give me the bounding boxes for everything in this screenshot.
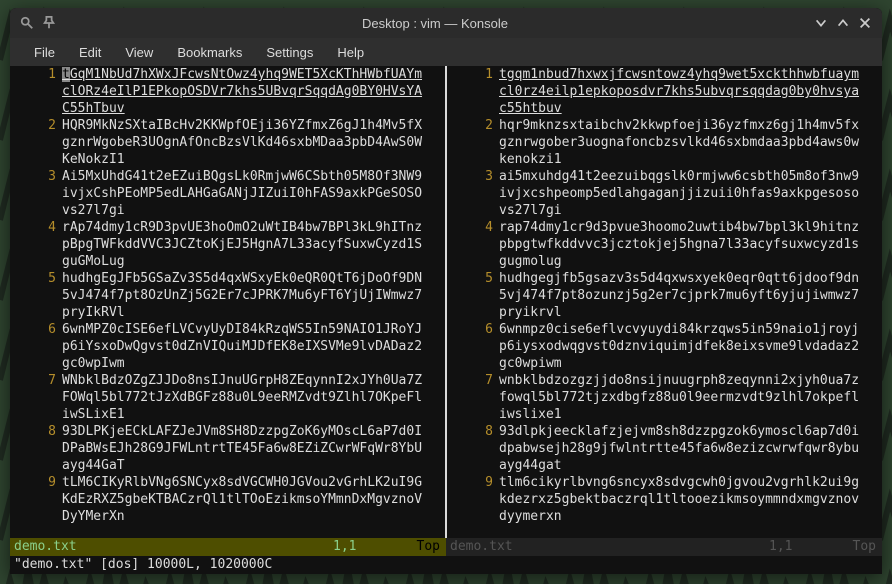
status-left-file: demo.txt [14, 538, 77, 556]
right-pane[interactable]: 123456789 tgqm1nbud7hxwxjfcwsntowz4yhq9w… [447, 66, 882, 538]
status-right-pos: 1,1 [769, 538, 792, 556]
menu-edit[interactable]: Edit [67, 41, 113, 64]
vertical-split[interactable] [445, 66, 447, 538]
status-right-file: demo.txt [450, 538, 513, 556]
left-pane[interactable]: 123456789 tGqM1NbUd7hXWxJFcwsNtOwz4yhq9W… [10, 66, 445, 538]
terminal-window: Desktop : vim — Konsole File Edit View B… [10, 8, 882, 574]
pin-icon[interactable] [42, 16, 56, 30]
menu-bookmarks[interactable]: Bookmarks [165, 41, 254, 64]
menu-help[interactable]: Help [325, 41, 376, 64]
left-gutter: 123456789 [10, 66, 62, 538]
search-icon[interactable] [20, 16, 34, 30]
statusbar: demo.txt 1,1 Top demo.txt 1,1 Top [10, 538, 882, 556]
left-code[interactable]: tGqM1NbUd7hXWxJFcwsNtOwz4yhq9WET5XcKThHW… [62, 66, 445, 538]
close-icon[interactable] [858, 16, 872, 30]
status-right: demo.txt 1,1 Top [446, 538, 882, 556]
menu-settings[interactable]: Settings [254, 41, 325, 64]
status-left-pos: 1,1 [333, 538, 356, 556]
status-left: demo.txt 1,1 Top [10, 538, 446, 556]
command-line: "demo.txt" [dos] 10000L, 1020000C [10, 556, 882, 574]
right-gutter: 123456789 [447, 66, 499, 538]
window-title: Desktop : vim — Konsole [56, 16, 814, 31]
minimize-icon[interactable] [814, 16, 828, 30]
right-code[interactable]: tgqm1nbud7hxwxjfcwsntowz4yhq9wet5xckthhw… [499, 66, 882, 538]
status-left-top: Top [417, 538, 440, 556]
editor-area: 123456789 tGqM1NbUd7hXWxJFcwsNtOwz4yhq9W… [10, 66, 882, 538]
status-right-top: Top [853, 538, 876, 556]
menu-file[interactable]: File [22, 41, 67, 64]
menu-view[interactable]: View [113, 41, 165, 64]
maximize-icon[interactable] [836, 16, 850, 30]
menubar: File Edit View Bookmarks Settings Help [10, 38, 882, 66]
titlebar[interactable]: Desktop : vim — Konsole [10, 8, 882, 38]
